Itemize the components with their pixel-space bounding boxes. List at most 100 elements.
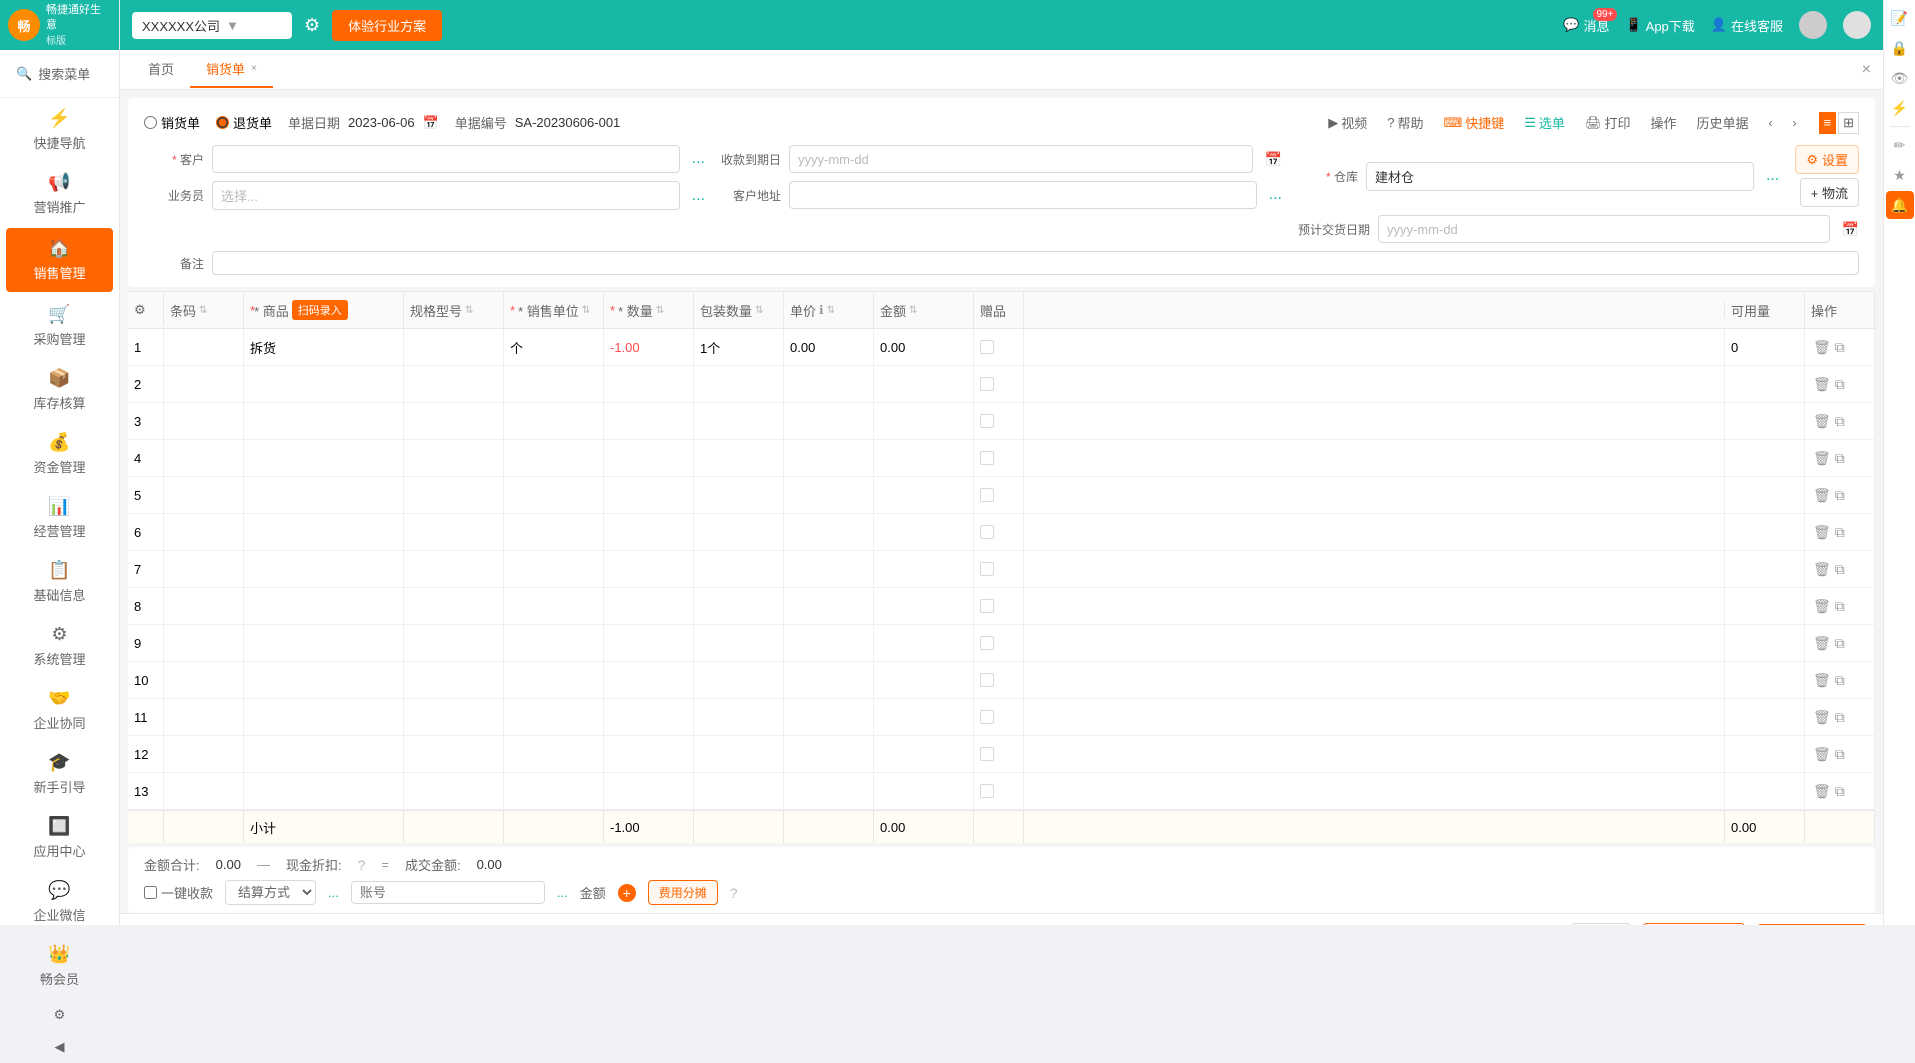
sidebar-item-management[interactable]: 📊 经营管理 xyxy=(0,486,119,550)
payment-method-dots[interactable]: ... xyxy=(328,885,339,900)
row2-amount[interactable] xyxy=(874,366,974,402)
account-input[interactable] xyxy=(351,881,545,904)
company-selector[interactable]: XXXXXX公司 ▼ xyxy=(132,12,292,39)
avatar-secondary[interactable] xyxy=(1843,11,1871,39)
prev-btn[interactable]: ‹ xyxy=(1763,113,1779,133)
qty-sort-icon[interactable]: ⇅ xyxy=(656,305,664,316)
sidebar-item-member[interactable]: 👑 畅会员 xyxy=(0,934,119,998)
row7-delete[interactable]: 🗑 xyxy=(1813,561,1831,578)
row10-gift-checkbox[interactable] xyxy=(980,673,994,687)
price-sort-icon[interactable]: ⇅ xyxy=(827,305,835,316)
right-sidebar-view[interactable]: 👁 xyxy=(1886,64,1914,92)
row1-unit[interactable]: 个 xyxy=(504,329,604,365)
spec-sort-icon[interactable]: ⇅ xyxy=(465,305,473,316)
expected-date-calendar-icon[interactable]: 📅 xyxy=(1842,221,1859,238)
expense-help-icon[interactable]: ? xyxy=(730,885,738,901)
unit-sort-icon[interactable]: ⇅ xyxy=(582,305,590,316)
row1-amount[interactable]: 0.00 xyxy=(874,329,974,365)
row1-copy-icon[interactable]: ⧉ xyxy=(1835,339,1845,356)
row1-spec[interactable] xyxy=(404,329,504,365)
row12-copy[interactable]: ⧉ xyxy=(1835,746,1845,763)
table-settings-icon[interactable]: ⚙ xyxy=(134,302,146,318)
row13-delete[interactable]: 🗑 xyxy=(1813,783,1831,800)
customer-input[interactable] xyxy=(212,145,680,173)
row1-delete-icon[interactable]: 🗑 xyxy=(1813,339,1831,356)
price-info-icon[interactable]: ℹ xyxy=(819,303,824,317)
sidebar-item-marketing[interactable]: 📢 营销推广 xyxy=(0,162,119,226)
salesperson-input[interactable]: 选择... xyxy=(212,181,680,210)
sidebar-item-guide[interactable]: 🎓 新手引导 xyxy=(0,742,119,806)
salesperson-dots-btn[interactable]: ... xyxy=(692,187,705,205)
row2-pkgqty[interactable] xyxy=(694,366,784,402)
row9-delete[interactable]: 🗑 xyxy=(1813,635,1831,652)
row4-delete[interactable]: 🗑 xyxy=(1813,450,1831,467)
select-order-btn[interactable]: ☰ 选单 xyxy=(1518,110,1571,135)
row6-copy[interactable]: ⧉ xyxy=(1835,524,1845,541)
row7-gift-checkbox[interactable] xyxy=(980,562,994,576)
row11-copy[interactable]: ⧉ xyxy=(1835,709,1845,726)
amount-sort-icon[interactable]: ⇅ xyxy=(909,305,917,316)
right-sidebar-lock[interactable]: 🔒 xyxy=(1886,34,1914,62)
row10-delete[interactable]: 🗑 xyxy=(1813,672,1831,689)
radio-return-order[interactable]: 退货单 xyxy=(216,113,272,132)
settings-button[interactable]: ⚙ 设置 xyxy=(1795,145,1859,174)
row2-spec[interactable] xyxy=(404,366,504,402)
sidebar-item-basic-info[interactable]: 📋 基础信息 xyxy=(0,550,119,614)
message-btn[interactable]: 💬 消息 99+ xyxy=(1563,16,1609,35)
notes-input[interactable] xyxy=(212,251,1859,275)
search-menu-item[interactable]: 🔍 搜索菜单 xyxy=(8,58,111,89)
right-sidebar-alert[interactable]: 🔔 xyxy=(1886,191,1914,219)
print-btn[interactable]: 🖨 打印 xyxy=(1579,110,1637,135)
sidebar-collapse[interactable]: ◀ xyxy=(0,1031,119,1063)
row1-qty[interactable]: -1.00 xyxy=(604,329,694,365)
sidebar-item-collab[interactable]: 🤝 企业协同 xyxy=(0,678,119,742)
row2-qty[interactable] xyxy=(604,366,694,402)
addr-dots-btn[interactable]: ... xyxy=(1269,186,1282,204)
row10-copy[interactable]: ⧉ xyxy=(1835,672,1845,689)
experience-btn[interactable]: 体验行业方案 xyxy=(332,10,442,41)
sidebar-item-inventory[interactable]: 📦 库存核算 xyxy=(0,358,119,422)
list-view-btn[interactable]: ≡ xyxy=(1819,112,1837,134)
row12-delete[interactable]: 🗑 xyxy=(1813,746,1831,763)
sidebar-item-system[interactable]: ⚙ 系统管理 xyxy=(0,614,119,678)
sidebar-item-finance[interactable]: 💰 资金管理 xyxy=(0,422,119,486)
row6-delete[interactable]: 🗑 xyxy=(1813,524,1831,541)
shortcut-btn[interactable]: ⌨ 快捷键 xyxy=(1437,110,1510,135)
row1-desc[interactable] xyxy=(1024,329,1725,365)
sidebar-item-wechat[interactable]: 💬 企业微信 xyxy=(0,870,119,934)
expense-split-btn[interactable]: 费用分摊 xyxy=(648,880,718,905)
tab-sales-order[interactable]: 销货单 × xyxy=(190,51,273,88)
row12-gift-checkbox[interactable] xyxy=(980,747,994,761)
right-sidebar-notes[interactable]: 📝 xyxy=(1886,4,1914,32)
row2-gift[interactable] xyxy=(974,366,1024,402)
row2-price[interactable] xyxy=(784,366,874,402)
row9-gift-checkbox[interactable] xyxy=(980,636,994,650)
warehouse-dots-btn[interactable]: ... xyxy=(1766,167,1779,185)
row4-copy[interactable]: ⧉ xyxy=(1835,450,1845,467)
tab-home[interactable]: 首页 xyxy=(132,51,190,88)
row2-delete-icon[interactable]: 🗑 xyxy=(1813,376,1831,393)
avatar[interactable] xyxy=(1799,11,1827,39)
next-btn[interactable]: › xyxy=(1787,113,1803,133)
row11-delete[interactable]: 🗑 xyxy=(1813,709,1831,726)
row7-copy[interactable]: ⧉ xyxy=(1835,561,1845,578)
operate-btn[interactable]: 操作 xyxy=(1644,110,1682,135)
customer-dots-btn[interactable]: ... xyxy=(692,150,705,168)
row2-gift-checkbox[interactable] xyxy=(980,377,994,391)
logistics-button[interactable]: + 物流 xyxy=(1800,178,1859,207)
row13-gift-checkbox[interactable] xyxy=(980,784,994,798)
row2-barcode[interactable] xyxy=(164,366,244,402)
right-sidebar-edit[interactable]: ✏ xyxy=(1886,131,1914,159)
row5-copy[interactable]: ⧉ xyxy=(1835,487,1845,504)
due-date-input[interactable]: yyyy-mm-dd xyxy=(789,145,1253,173)
warehouse-input[interactable]: 建材仓 xyxy=(1366,162,1754,191)
due-date-calendar-icon[interactable]: 📅 xyxy=(1265,151,1282,168)
pkgqty-sort-icon[interactable]: ⇅ xyxy=(755,305,763,316)
video-btn[interactable]: ▶ 视频 xyxy=(1322,110,1373,135)
tabbar-close-btn[interactable]: × xyxy=(1862,61,1871,79)
row1-gift[interactable] xyxy=(974,329,1024,365)
expected-date-input[interactable]: yyyy-mm-dd xyxy=(1378,215,1830,243)
scan-btn[interactable]: 扫码录入 xyxy=(292,300,348,320)
online-service-btn[interactable]: 👤 在线客服 xyxy=(1711,16,1783,35)
row1-gift-checkbox[interactable] xyxy=(980,340,994,354)
